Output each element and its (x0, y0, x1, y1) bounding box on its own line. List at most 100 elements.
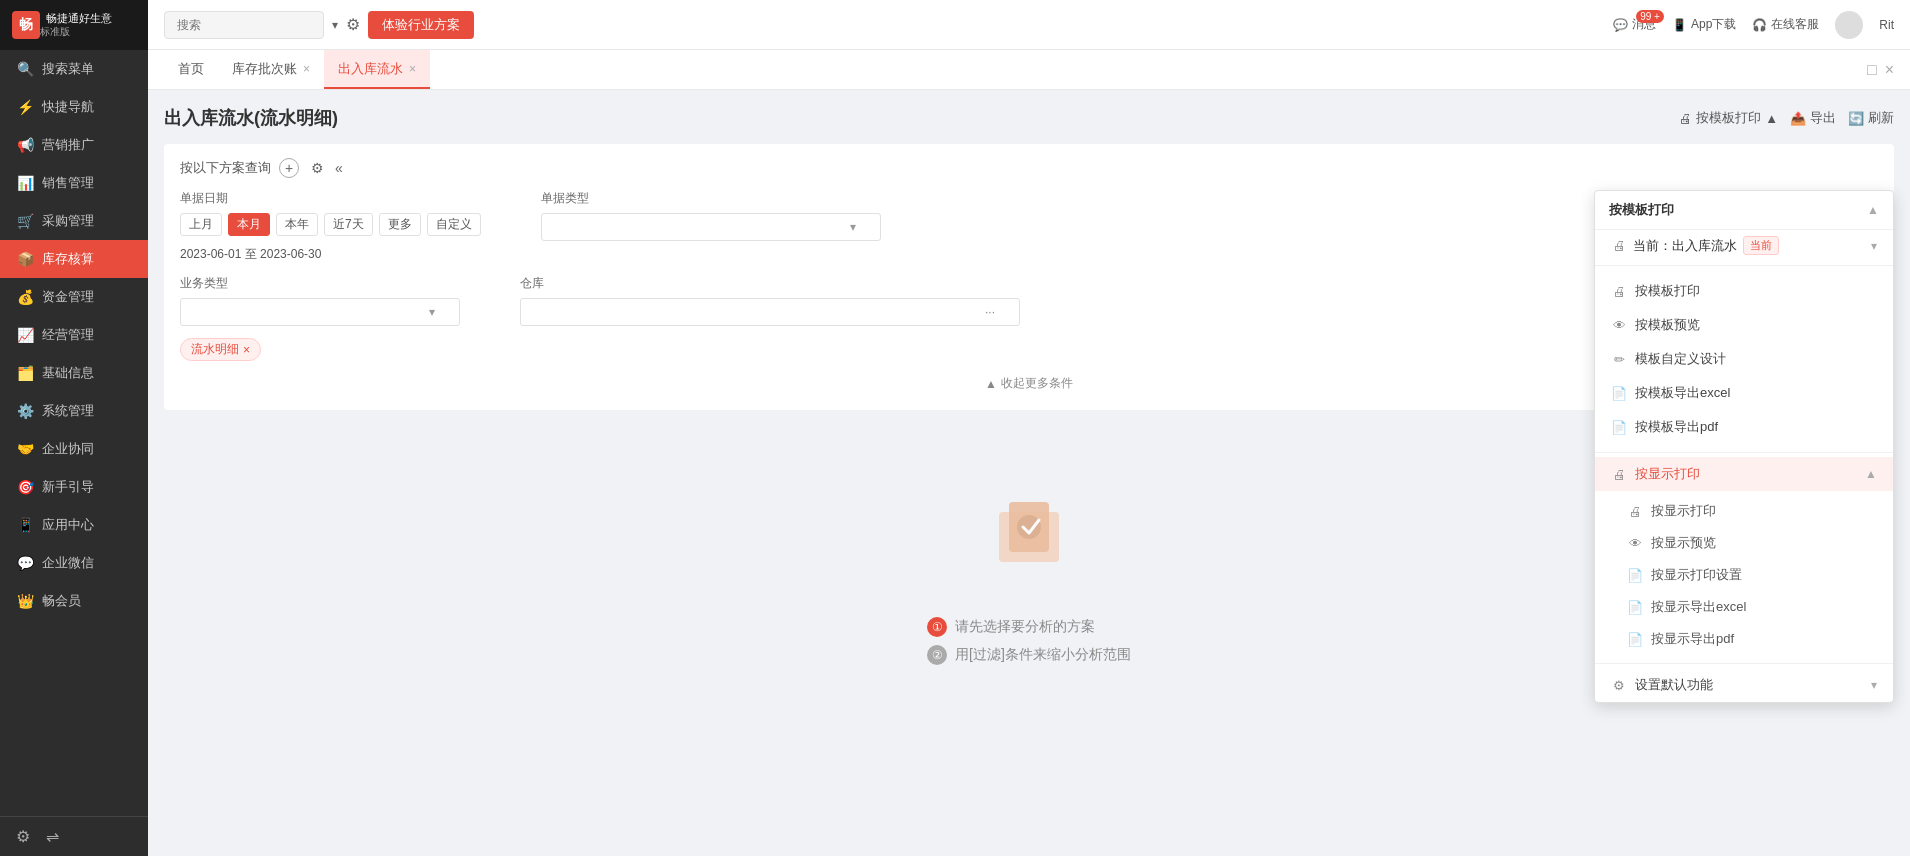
sidebar-icon-cooperation: 🤝 (16, 440, 34, 458)
business-dropdown-icon: ▾ (429, 305, 435, 319)
dp-header-left: 🖨 按显示打印 (1611, 465, 1700, 483)
export-icon: 📤 (1790, 111, 1806, 126)
current-expand-arrow[interactable]: ▾ (1871, 239, 1877, 253)
dp-preview-label: 按显示预览 (1651, 534, 1716, 552)
print-dropdown-btn[interactable]: 🖨 按模板打印 ▲ (1679, 109, 1778, 127)
sidebar-item-operations[interactable]: 📈 经营管理 (0, 316, 148, 354)
search-dropdown-btn[interactable]: ▾ (332, 18, 338, 32)
dp-print-icon: 🖨 (1627, 503, 1643, 519)
sidebar-item-search[interactable]: 🔍 搜索菜单 (0, 50, 148, 88)
template-customize-btn[interactable]: ✏ 模板自定义设计 (1595, 342, 1893, 376)
date-btn-custom[interactable]: 自定义 (427, 213, 481, 236)
tabs-right: □ × (1867, 61, 1894, 79)
display-print-section-header[interactable]: 🖨 按显示打印 ▲ (1595, 457, 1893, 491)
avatar[interactable] (1835, 11, 1863, 39)
sidebar-item-member[interactable]: 👑 畅会员 (0, 582, 148, 620)
default-function-header[interactable]: ⚙ 设置默认功能 ▾ (1595, 668, 1893, 702)
tag-close-icon[interactable]: × (243, 343, 250, 357)
app-download-btn[interactable]: 📱 App下载 (1672, 16, 1736, 33)
filter-tag-item[interactable]: 流水明细 × (180, 338, 261, 361)
sidebar-item-apps[interactable]: 📱 应用中心 (0, 506, 148, 544)
df-arrow[interactable]: ▾ (1871, 678, 1877, 692)
sidebar-label-search: 搜索菜单 (42, 60, 94, 78)
sidebar-label-cooperation: 企业协同 (42, 440, 94, 458)
sidebar-item-sales[interactable]: 📊 销售管理 (0, 164, 148, 202)
business-type-select[interactable]: ▾ (180, 298, 460, 326)
tab-label-home: 首页 (178, 60, 204, 78)
tab-close-inventory-batch[interactable]: × (303, 62, 310, 76)
dp-expand-arrow[interactable]: ▲ (1865, 467, 1877, 481)
tab-inventory-batch[interactable]: 库存批次账× (218, 50, 324, 89)
sidebar-item-inventory[interactable]: 📦 库存核算 (0, 240, 148, 278)
sidebar-icon-operations: 📈 (16, 326, 34, 344)
warehouse-more-icon[interactable]: ··· (985, 305, 995, 319)
sidebar-icon-system: ⚙️ (16, 402, 34, 420)
sidebar-icon-marketing: 📢 (16, 136, 34, 154)
sidebar-icon-apps: 📱 (16, 516, 34, 534)
display-export-pdf-btn[interactable]: 📄 按显示导出pdf (1595, 623, 1893, 655)
tp-preview-icon: 👁 (1611, 317, 1627, 333)
display-preview-btn[interactable]: 👁 按显示预览 (1595, 527, 1893, 559)
date-btn-more[interactable]: 更多 (379, 213, 421, 236)
filter-header: 按以下方案查询 + ⚙ « (180, 158, 1878, 178)
date-range-label: 2023-06-01 至 2023-06-30 (180, 246, 481, 263)
collapse-icon[interactable]: ⇌ (46, 827, 59, 846)
filter-settings-btn[interactable]: ⚙ (307, 158, 327, 178)
dp-settings-label: 按显示打印设置 (1651, 566, 1742, 584)
date-btn-this_month[interactable]: 本月 (228, 213, 270, 236)
tab-inout-flow[interactable]: 出入库流水× (324, 50, 430, 89)
template-preview-btn[interactable]: 👁 按模板预览 (1595, 308, 1893, 342)
date-btn-last7[interactable]: 近7天 (324, 213, 373, 236)
display-print-settings-btn[interactable]: 📄 按显示打印设置 (1595, 559, 1893, 591)
refresh-btn[interactable]: 🔄 刷新 (1848, 109, 1894, 127)
sidebar-item-marketing[interactable]: 📢 营销推广 (0, 126, 148, 164)
filter-collapse-sidebar-btn[interactable]: « (335, 160, 343, 176)
sidebar-item-finance[interactable]: 💰 资金管理 (0, 278, 148, 316)
doctype-select[interactable]: ▾ (541, 213, 881, 241)
template-export-excel-btn[interactable]: 📄 按模板导出excel (1595, 376, 1893, 410)
export-btn[interactable]: 📤 导出 (1790, 109, 1836, 127)
current-indicator-left: 🖨 当前：出入库流水 当前 (1611, 236, 1779, 255)
collapse-up-icon: ▲ (985, 377, 997, 391)
sidebar-icon-purchase: 🛒 (16, 212, 34, 230)
doctype-dropdown-icon: ▾ (850, 220, 856, 234)
sidebar-label-purchase: 采购管理 (42, 212, 94, 230)
sidebar-item-wechat[interactable]: 💬 企业微信 (0, 544, 148, 582)
industry-btn[interactable]: 体验行业方案 (368, 11, 474, 39)
date-btn-last_month[interactable]: 上月 (180, 213, 222, 236)
search-input[interactable] (164, 11, 324, 39)
template-print-btn[interactable]: 🖨 按模板打印 (1595, 274, 1893, 308)
sidebar-item-purchase[interactable]: 🛒 采购管理 (0, 202, 148, 240)
warehouse-select[interactable]: ··· (520, 298, 1020, 326)
sidebar-item-guide[interactable]: 🎯 新手引导 (0, 468, 148, 506)
sidebar-logo-text: 畅捷通好生意 标准版 (40, 11, 112, 39)
sidebar-label-apps: 应用中心 (42, 516, 94, 534)
df-icon: ⚙ (1611, 677, 1627, 693)
close-window-btn[interactable]: × (1885, 61, 1894, 79)
display-export-excel-btn[interactable]: 📄 按显示导出excel (1595, 591, 1893, 623)
template-export-pdf-btn[interactable]: 📄 按模板导出pdf (1595, 410, 1893, 444)
display-print-btn[interactable]: 🖨 按显示打印 (1595, 495, 1893, 527)
tag-label: 流水明细 (191, 341, 239, 358)
maximize-btn[interactable]: □ (1867, 61, 1877, 79)
topbar-gear-icon[interactable]: ⚙ (346, 15, 360, 34)
tab-home[interactable]: 首页 (164, 50, 218, 89)
settings-icon[interactable]: ⚙ (16, 827, 30, 846)
sidebar-item-cooperation[interactable]: 🤝 企业协同 (0, 430, 148, 468)
sidebar-item-base[interactable]: 🗂️ 基础信息 (0, 354, 148, 392)
notification-btn[interactable]: 💬 消息 99 + (1613, 16, 1656, 33)
sidebar-label-marketing: 营销推广 (42, 136, 94, 154)
df-header-left: ⚙ 设置默认功能 (1611, 676, 1713, 694)
page-top-actions: 🖨 按模板打印 ▲ 📤 导出 🔄 刷新 (1679, 109, 1894, 127)
scroll-up-arrow[interactable]: ▲ (1867, 203, 1879, 217)
sidebar-item-quicknav[interactable]: ⚡ 快捷导航 (0, 88, 148, 126)
dp-pdf-label: 按显示导出pdf (1651, 630, 1734, 648)
username-label[interactable]: Rit (1879, 18, 1894, 32)
tp-print-label: 按模板打印 (1635, 282, 1700, 300)
date-btn-this_year[interactable]: 本年 (276, 213, 318, 236)
filter-add-btn[interactable]: + (279, 158, 299, 178)
online-service-btn[interactable]: 🎧 在线客服 (1752, 16, 1819, 33)
current-label: 当前：出入库流水 (1633, 237, 1737, 255)
sidebar-item-system[interactable]: ⚙️ 系统管理 (0, 392, 148, 430)
tab-close-inout-flow[interactable]: × (409, 62, 416, 76)
